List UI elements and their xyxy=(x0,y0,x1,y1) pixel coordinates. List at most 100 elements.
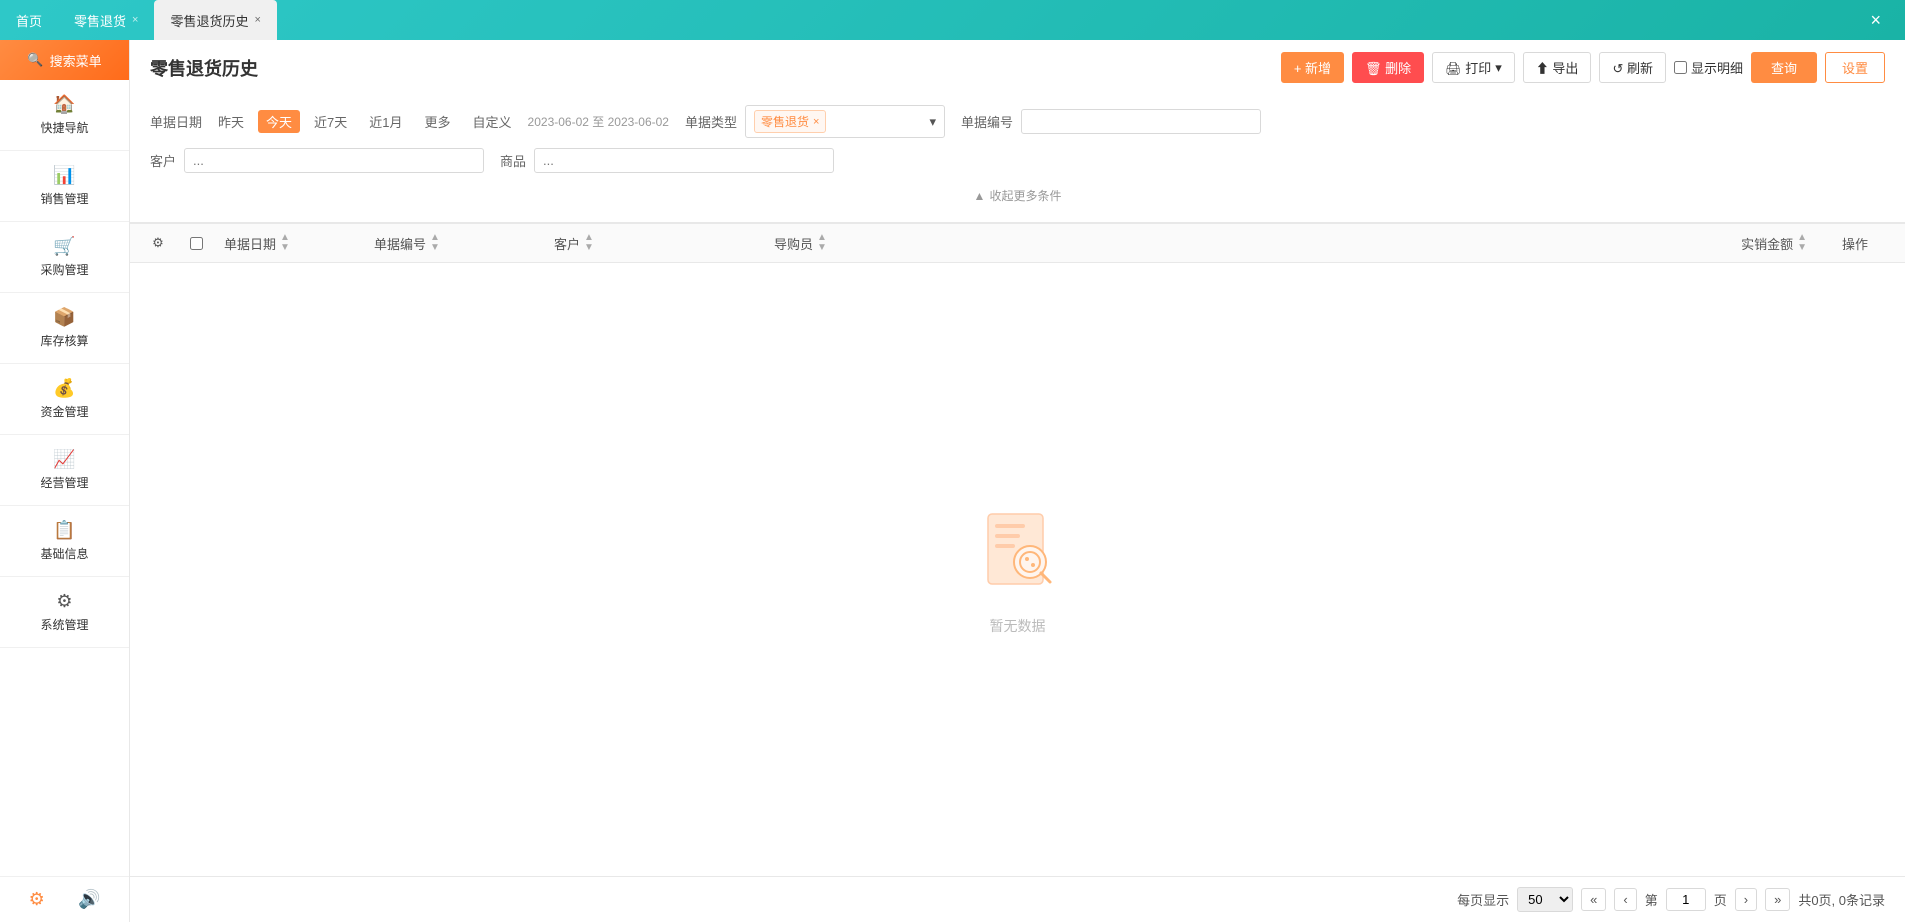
sidebar-bottom: ⚙ 🔊 xyxy=(0,876,129,922)
operations-icon: 📈 xyxy=(53,449,75,470)
select-all-checkbox[interactable] xyxy=(190,237,203,250)
sidebar-item-finance[interactable]: 💰 资金管理 xyxy=(0,364,129,435)
window-close-icon[interactable]: × xyxy=(1862,10,1889,31)
date-btn-custom[interactable]: 自定义 xyxy=(465,110,520,133)
type-tag-text: 零售退货 xyxy=(761,113,809,130)
goods-filter-input[interactable] xyxy=(534,148,834,173)
sidebar-item-inventory[interactable]: 📦 库存核算 xyxy=(0,293,129,364)
customer-filter-input[interactable] xyxy=(184,148,484,173)
volume-icon[interactable]: 🔊 xyxy=(78,889,100,910)
settings-col-icon: ⚙ xyxy=(152,235,164,251)
tab-return-history[interactable]: 零售退货历史 × xyxy=(154,0,276,40)
page-size-label: 每页显示 xyxy=(1457,890,1509,909)
type-filter-select[interactable]: 零售退货 × ▾ xyxy=(745,105,945,138)
content-area: 零售退货历史 + 新增 🗑 删除 🖨 打印 ▾ ⬆ 导出 xyxy=(130,40,1905,922)
filter-row-1: 单据日期 昨天 今天 近7天 近1月 更多 自定义 2023-06-02 至 2… xyxy=(150,105,1885,138)
th-number[interactable]: 单据编号 ▲▼ xyxy=(366,233,546,253)
show-detail-input[interactable] xyxy=(1674,61,1687,74)
th-guide[interactable]: 导购员 ▲▼ xyxy=(766,233,1695,253)
finance-icon: 💰 xyxy=(53,378,75,399)
tab-home[interactable]: 首页 xyxy=(0,0,58,40)
number-filter-input[interactable] xyxy=(1021,109,1261,134)
goods-filter-label: 商品 xyxy=(500,151,526,170)
th-number-label: 单据编号 xyxy=(374,234,426,253)
tab-home-label: 首页 xyxy=(16,11,42,30)
type-tag: 零售退货 × xyxy=(754,110,826,133)
sidebar-item-purchase[interactable]: 🛒 采购管理 xyxy=(0,222,129,293)
type-select-arrow: ▾ xyxy=(929,114,936,130)
type-tag-close[interactable]: × xyxy=(813,116,819,128)
date-btn-7days[interactable]: 近7天 xyxy=(306,110,355,133)
show-detail-checkbox[interactable]: 显示明细 xyxy=(1674,58,1743,77)
th-amount[interactable]: 实销金额 ▲▼ xyxy=(1695,233,1815,253)
sidebar-item-sales[interactable]: 📊 销售管理 xyxy=(0,151,129,222)
page-unit: 页 xyxy=(1714,890,1727,909)
customer-filter-label: 客户 xyxy=(150,151,176,170)
page-title: 零售退货历史 xyxy=(150,55,258,81)
tab-return-history-close[interactable]: × xyxy=(254,14,260,26)
sidebar-label-inventory: 库存核算 xyxy=(40,332,88,349)
date-filter-group: 单据日期 昨天 今天 近7天 近1月 更多 自定义 2023-06-02 至 2… xyxy=(150,110,669,133)
pagination-bar: 每页显示 10 20 50 100 « ‹ 第 页 › » 共0页, 0条记录 xyxy=(130,876,1905,922)
tab-return[interactable]: 零售退货 × xyxy=(58,0,154,40)
tab-return-close[interactable]: × xyxy=(132,14,138,26)
export-button[interactable]: ⬆ 导出 xyxy=(1523,52,1592,83)
settings-bottom-icon[interactable]: ⚙ xyxy=(29,889,45,910)
empty-illustration xyxy=(968,504,1068,604)
tab-return-history-label: 零售退货历史 xyxy=(170,11,248,30)
next-page-btn[interactable]: › xyxy=(1735,888,1757,911)
date-btn-1month[interactable]: 近1月 xyxy=(361,110,410,133)
tab-bar: 首页 零售退货 × 零售退货历史 × xyxy=(0,0,1862,40)
first-page-btn[interactable]: « xyxy=(1581,888,1606,911)
goods-filter-group: 商品 xyxy=(500,148,834,173)
th-date[interactable]: 单据日期 ▲▼ xyxy=(216,233,366,253)
last-page-btn[interactable]: » xyxy=(1765,888,1790,911)
home-icon: 🏠 xyxy=(53,94,75,115)
th-guide-label: 导购员 xyxy=(774,234,813,253)
th-customer[interactable]: 客户 ▲▼ xyxy=(546,233,766,253)
sidebar-label-operations: 经营管理 xyxy=(40,474,88,491)
print-button[interactable]: 🖨 打印 ▾ xyxy=(1432,52,1515,83)
type-filter-label: 单据类型 xyxy=(685,112,737,131)
sales-icon: 📊 xyxy=(53,165,75,186)
refresh-button[interactable]: ↺ 刷新 xyxy=(1599,52,1666,83)
new-button[interactable]: + 新增 xyxy=(1281,52,1344,83)
delete-button[interactable]: 🗑 删除 xyxy=(1352,52,1424,83)
current-page-input[interactable] xyxy=(1666,888,1706,911)
settings-button[interactable]: 设置 xyxy=(1825,52,1885,83)
query-button[interactable]: 查询 xyxy=(1751,52,1817,83)
date-range-text: 2023-06-02 至 2023-06-02 xyxy=(528,113,669,130)
page-size-select[interactable]: 10 20 50 100 xyxy=(1517,887,1573,912)
th-checkbox[interactable] xyxy=(176,237,216,250)
collapse-arrow: ▲ xyxy=(974,189,986,203)
sidebar-label-quick-nav: 快捷导航 xyxy=(40,119,88,136)
table-body: 暂无数据 xyxy=(130,263,1905,876)
tab-return-label: 零售退货 xyxy=(74,11,126,30)
sidebar-search[interactable]: 🔍 搜索菜单 xyxy=(0,40,129,80)
page-prefix: 第 xyxy=(1645,890,1658,909)
prev-page-btn[interactable]: ‹ xyxy=(1614,888,1636,911)
th-date-label: 单据日期 xyxy=(224,234,276,253)
sidebar-item-quick-nav[interactable]: 🏠 快捷导航 xyxy=(0,80,129,151)
sidebar-item-basic-info[interactable]: 📋 基础信息 xyxy=(0,506,129,577)
export-label: ⬆ 导出 xyxy=(1536,58,1579,77)
page-header: 零售退货历史 + 新增 🗑 删除 🖨 打印 ▾ ⬆ 导出 xyxy=(130,40,1905,223)
date-filter: 昨天 今天 近7天 近1月 更多 自定义 xyxy=(210,110,520,133)
date-btn-more[interactable]: 更多 xyxy=(417,110,459,133)
filter-section: 单据日期 昨天 今天 近7天 近1月 更多 自定义 2023-06-02 至 2… xyxy=(150,95,1885,222)
sidebar-label-system: 系统管理 xyxy=(40,616,88,633)
sidebar-label-sales: 销售管理 xyxy=(40,190,88,207)
table-area: ⚙ 单据日期 ▲▼ 单据编号 ▲▼ 客户 ▲▼ 导购员 xyxy=(130,223,1905,922)
th-settings[interactable]: ⚙ xyxy=(140,235,176,251)
purchase-icon: 🛒 xyxy=(53,236,75,257)
guide-sort-arrows: ▲▼ xyxy=(817,233,827,253)
date-btn-today[interactable]: 今天 xyxy=(258,110,300,133)
page-actions: + 新增 🗑 删除 🖨 打印 ▾ ⬆ 导出 ↺ 刷新 xyxy=(1281,52,1885,83)
top-bar-right: × xyxy=(1862,10,1905,31)
page-title-row: 零售退货历史 + 新增 🗑 删除 🖨 打印 ▾ ⬆ 导出 xyxy=(150,52,1885,83)
sidebar-item-operations[interactable]: 📈 经营管理 xyxy=(0,435,129,506)
type-filter-group: 单据类型 零售退货 × ▾ xyxy=(685,105,945,138)
collapse-bar[interactable]: ▲ 收起更多条件 xyxy=(150,183,1885,212)
sidebar-item-system[interactable]: ⚙ 系统管理 xyxy=(0,577,129,648)
date-btn-yesterday[interactable]: 昨天 xyxy=(210,110,252,133)
